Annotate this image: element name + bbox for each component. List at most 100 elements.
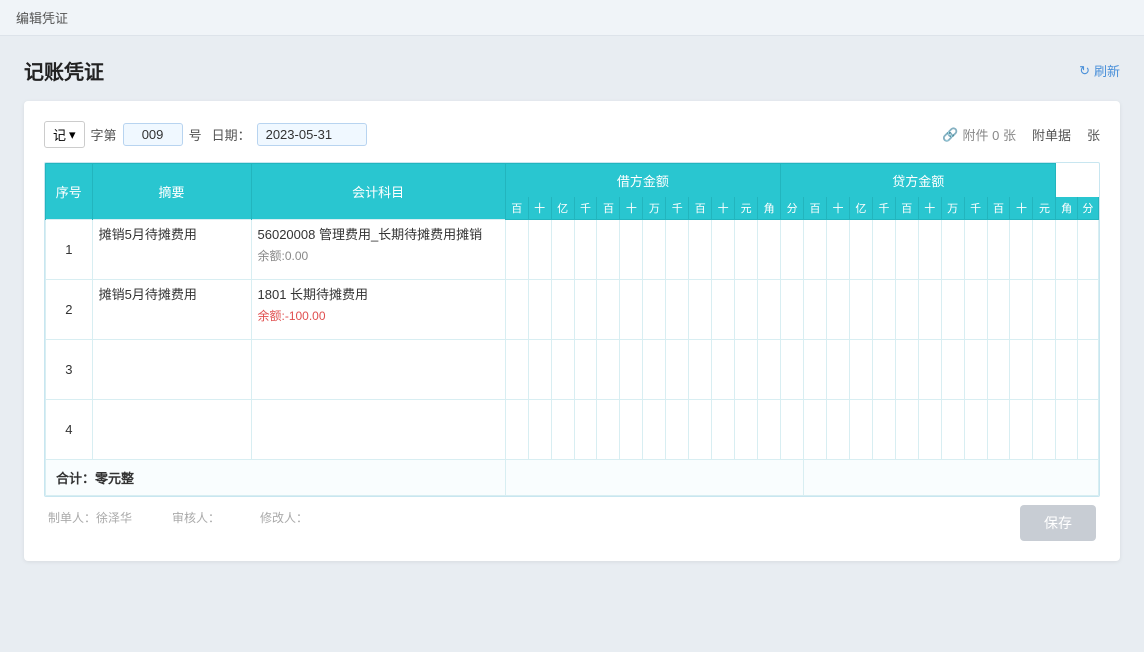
credit-digit-3-5[interactable] [918,400,941,460]
credit-digit-0-11[interactable] [1056,220,1077,280]
debit-digit-1-7[interactable] [666,280,689,340]
credit-digit-1-0[interactable] [804,280,827,340]
credit-digit-0-1[interactable] [826,220,849,280]
save-button[interactable]: 保存 [1020,505,1096,541]
debit-digit-2-1[interactable] [528,340,551,400]
credit-digit-2-7[interactable] [964,340,987,400]
debit-digit-2-2[interactable] [551,340,574,400]
debit-digit-3-5[interactable] [620,400,643,460]
credit-digit-1-10[interactable] [1033,280,1056,340]
debit-digit-1-4[interactable] [597,280,620,340]
debit-digit-2-7[interactable] [666,340,689,400]
debit-digit-1-12[interactable] [781,280,804,340]
credit-digit-1-4[interactable] [895,280,918,340]
credit-digit-0-0[interactable] [804,220,827,280]
voucher-number-input[interactable] [123,123,183,146]
debit-digit-3-9[interactable] [712,400,735,460]
cell-summary-1[interactable]: 摊销5月待摊费用 [92,280,251,340]
debit-digit-3-0[interactable] [505,400,528,460]
debit-digit-1-5[interactable] [620,280,643,340]
credit-digit-3-2[interactable] [849,400,872,460]
credit-digit-2-2[interactable] [849,340,872,400]
debit-digit-3-12[interactable] [781,400,804,460]
debit-digit-1-6[interactable] [643,280,666,340]
credit-digit-1-9[interactable] [1010,280,1033,340]
debit-digit-3-3[interactable] [574,400,597,460]
debit-digit-2-3[interactable] [574,340,597,400]
credit-digit-2-8[interactable] [987,340,1010,400]
date-input[interactable] [257,123,367,146]
credit-digit-0-9[interactable] [1010,220,1033,280]
debit-digit-1-3[interactable] [574,280,597,340]
credit-digit-1-6[interactable] [941,280,964,340]
credit-digit-1-2[interactable] [849,280,872,340]
credit-digit-3-9[interactable] [1010,400,1033,460]
credit-digit-0-10[interactable] [1033,220,1056,280]
credit-digit-2-11[interactable] [1056,340,1077,400]
credit-digit-2-12[interactable] [1077,340,1098,400]
cell-summary-3[interactable] [92,400,251,460]
credit-digit-2-3[interactable] [872,340,895,400]
debit-digit-1-1[interactable] [528,280,551,340]
credit-digit-0-8[interactable] [987,220,1010,280]
debit-digit-3-4[interactable] [597,400,620,460]
attach-dan-button[interactable]: 附单据 [1032,125,1071,144]
credit-digit-1-11[interactable] [1056,280,1077,340]
attachments-link[interactable]: 🔗 附件 0 张 [942,125,1016,144]
debit-digit-3-2[interactable] [551,400,574,460]
debit-digit-3-10[interactable] [735,400,758,460]
credit-digit-0-12[interactable] [1077,220,1098,280]
debit-digit-1-0[interactable] [505,280,528,340]
debit-digit-1-9[interactable] [712,280,735,340]
debit-digit-1-10[interactable] [735,280,758,340]
credit-digit-1-1[interactable] [826,280,849,340]
credit-digit-0-3[interactable] [872,220,895,280]
credit-digit-3-7[interactable] [964,400,987,460]
debit-digit-0-8[interactable] [689,220,712,280]
cell-account-2[interactable] [251,340,505,400]
credit-digit-0-4[interactable] [895,220,918,280]
debit-digit-0-6[interactable] [643,220,666,280]
debit-digit-2-4[interactable] [597,340,620,400]
debit-digit-0-1[interactable] [528,220,551,280]
credit-digit-0-2[interactable] [849,220,872,280]
credit-digit-1-3[interactable] [872,280,895,340]
debit-digit-2-12[interactable] [781,340,804,400]
voucher-type-button[interactable]: 记 ▾ [44,121,85,148]
credit-digit-3-6[interactable] [941,400,964,460]
debit-digit-2-6[interactable] [643,340,666,400]
debit-digit-0-2[interactable] [551,220,574,280]
debit-digit-0-5[interactable] [620,220,643,280]
credit-digit-3-0[interactable] [804,400,827,460]
credit-digit-3-3[interactable] [872,400,895,460]
credit-digit-1-7[interactable] [964,280,987,340]
debit-digit-0-11[interactable] [758,220,781,280]
debit-digit-3-8[interactable] [689,400,712,460]
cell-account-3[interactable] [251,400,505,460]
debit-digit-2-0[interactable] [505,340,528,400]
debit-digit-1-2[interactable] [551,280,574,340]
credit-digit-1-12[interactable] [1077,280,1098,340]
credit-digit-1-8[interactable] [987,280,1010,340]
credit-digit-1-5[interactable] [918,280,941,340]
credit-digit-3-4[interactable] [895,400,918,460]
debit-digit-2-9[interactable] [712,340,735,400]
debit-digit-0-4[interactable] [597,220,620,280]
cell-account-1[interactable]: 1801 长期待摊费用余额:-100.00 [251,280,505,340]
cell-account-0[interactable]: 56020008 管理费用_长期待摊费用摊销余额:0.00 [251,220,505,280]
credit-digit-2-5[interactable] [918,340,941,400]
debit-digit-2-10[interactable] [735,340,758,400]
credit-digit-3-10[interactable] [1033,400,1056,460]
debit-digit-3-6[interactable] [643,400,666,460]
debit-digit-0-3[interactable] [574,220,597,280]
debit-digit-1-8[interactable] [689,280,712,340]
debit-digit-2-8[interactable] [689,340,712,400]
debit-digit-3-7[interactable] [666,400,689,460]
debit-digit-1-11[interactable] [758,280,781,340]
credit-digit-2-6[interactable] [941,340,964,400]
credit-digit-3-11[interactable] [1056,400,1077,460]
credit-digit-3-8[interactable] [987,400,1010,460]
debit-digit-0-12[interactable] [781,220,804,280]
refresh-button[interactable]: ↻ 刷新 [1079,61,1120,80]
debit-digit-0-10[interactable] [735,220,758,280]
